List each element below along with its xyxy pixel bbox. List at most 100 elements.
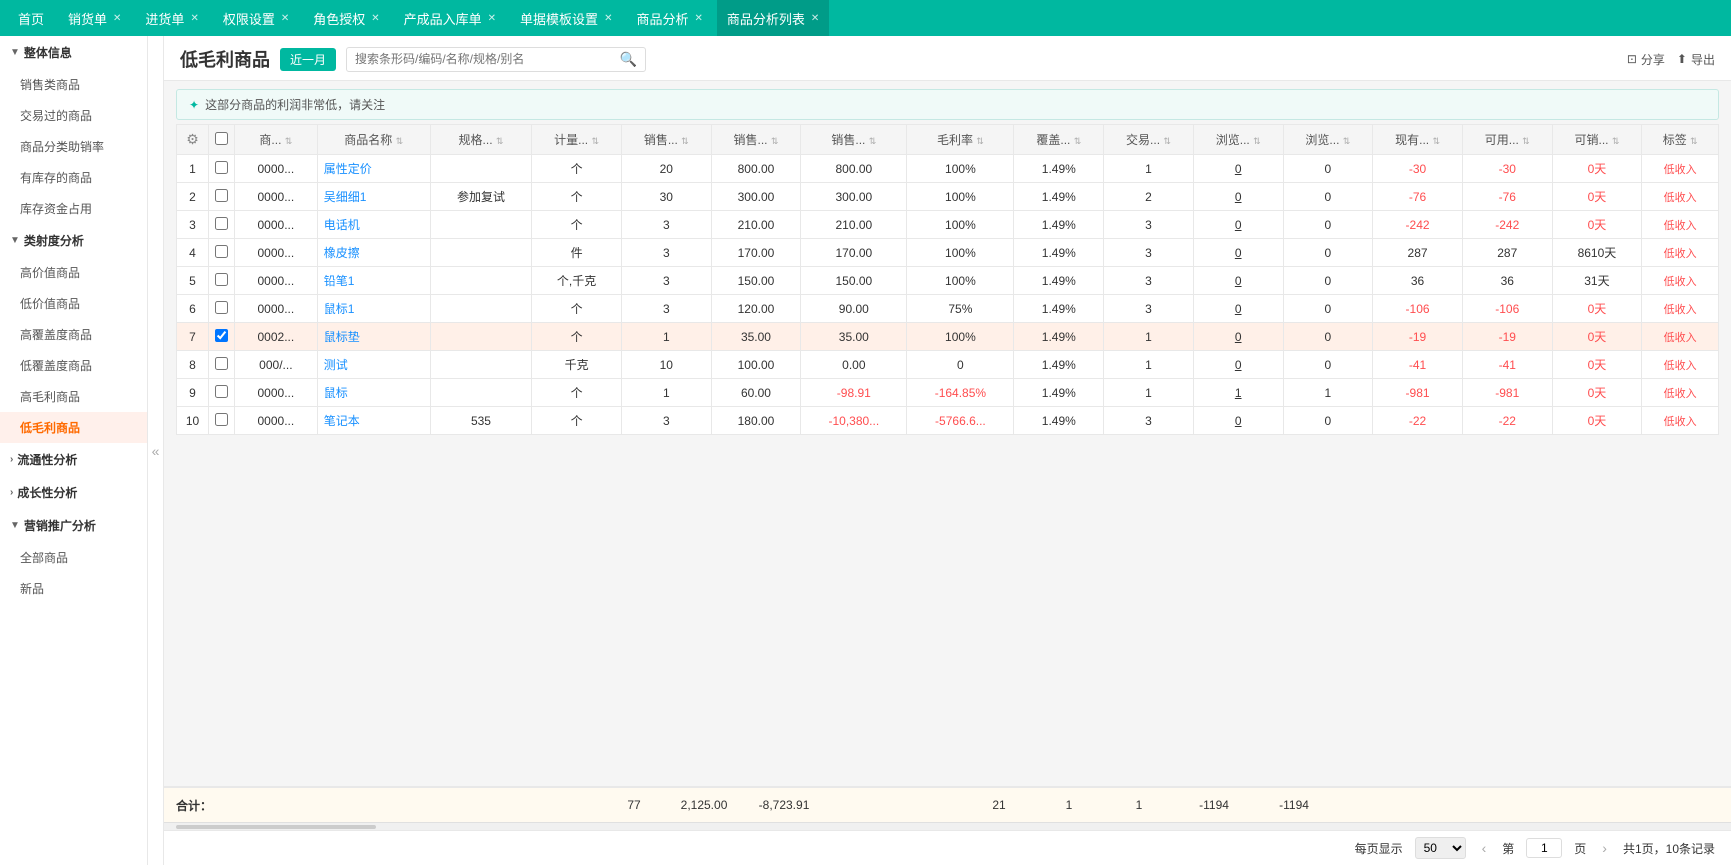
cell-name[interactable]: 电话机 [317,211,430,239]
sidebar-item-high-coverage[interactable]: 高覆盖度商品 [0,319,147,350]
nav-sales-order[interactable]: 销货单 ✕ [58,0,131,36]
col-sales-price[interactable]: 销售... ⇅ [711,125,801,155]
cell-view1[interactable]: 0 [1193,295,1283,323]
horizontal-scrollbar[interactable] [176,825,376,829]
view1-link[interactable]: 0 [1235,414,1242,428]
cell-name[interactable]: 鼠标1 [317,295,430,323]
sidebar-item-category-rate[interactable]: 商品分类助销率 [0,131,147,162]
table-container[interactable]: ⚙ 商... ⇅ 商品名称 ⇅ 规格... ⇅ 计量... ⇅ 销售... ⇅ … [164,124,1731,786]
cell-name[interactable]: 橡皮擦 [317,239,430,267]
cell-name[interactable]: 测试 [317,351,430,379]
cell-name[interactable]: 铅笔1 [317,267,430,295]
next-page-button[interactable]: › [1598,840,1611,856]
cell-name[interactable]: 鼠标垫 [317,323,430,351]
cell-view1[interactable]: 0 [1193,351,1283,379]
cell-checkbox[interactable] [209,239,235,267]
row-checkbox[interactable] [215,189,228,202]
sidebar-group-liquidity[interactable]: › 流通性分析 [0,443,147,476]
sidebar-item-high-margin[interactable]: 高毛利商品 [0,381,147,412]
sidebar-item-low-coverage[interactable]: 低覆盖度商品 [0,350,147,381]
search-input[interactable] [355,52,614,66]
row-checkbox[interactable] [215,329,228,342]
view1-link[interactable]: 0 [1235,246,1242,260]
col-stock-current[interactable]: 现有... ⇅ [1373,125,1463,155]
view1-link[interactable]: 0 [1235,302,1242,316]
nav-goods-analysis[interactable]: 商品分析 ✕ [626,0,712,36]
view1-link[interactable]: 0 [1235,218,1242,232]
sidebar-item-low-margin[interactable]: 低毛利商品 [0,412,147,443]
col-spec[interactable]: 规格... ⇅ [430,125,532,155]
sidebar-item-traded-goods[interactable]: 交易过的商品 [0,100,147,131]
nav-permission-settings[interactable]: 权限设置 ✕ [213,0,299,36]
sidebar-group-class-analysis[interactable]: ▼ 类射度分析 [0,224,147,257]
cell-name[interactable]: 笔记本 [317,407,430,435]
nav-permission-settings-close[interactable]: ✕ [281,13,289,24]
cell-view1[interactable]: 0 [1193,323,1283,351]
col-settings[interactable]: ⚙ [177,125,209,155]
view1-link[interactable]: 0 [1235,162,1242,176]
row-checkbox[interactable] [215,245,228,258]
cell-checkbox[interactable] [209,379,235,407]
cell-name[interactable]: 属性定价 [317,155,430,183]
cell-name[interactable]: 吴细细1 [317,183,430,211]
col-unit[interactable]: 计量... ⇅ [532,125,622,155]
prev-page-button[interactable]: ‹ [1478,840,1491,856]
row-checkbox[interactable] [215,357,228,370]
col-code[interactable]: 商... ⇅ [235,125,318,155]
nav-template-settings-close[interactable]: ✕ [604,13,612,24]
col-sales-profit[interactable]: 销售... ⇅ [801,125,907,155]
cell-view1[interactable]: 0 [1193,155,1283,183]
col-checkbox[interactable] [209,125,235,155]
nav-goods-analysis-close[interactable]: ✕ [694,13,702,24]
search-icon[interactable]: 🔍 [620,51,637,68]
nav-role-auth[interactable]: 角色授权 ✕ [303,0,389,36]
cell-checkbox[interactable] [209,351,235,379]
export-button[interactable]: ⬆ 导出 [1677,51,1715,68]
view1-link[interactable]: 1 [1235,386,1242,400]
row-checkbox[interactable] [215,273,228,286]
col-sales-qty[interactable]: 销售... ⇅ [621,125,711,155]
cell-view1[interactable]: 1 [1193,379,1283,407]
sidebar-group-growth[interactable]: › 成长性分析 [0,476,147,509]
cell-view1[interactable]: 0 [1193,407,1283,435]
view1-link[interactable]: 0 [1235,358,1242,372]
page-size-select[interactable]: 50 10 20 100 [1415,837,1466,859]
settings-icon[interactable]: ⚙ [186,131,199,147]
cell-view1[interactable]: 0 [1193,183,1283,211]
row-checkbox[interactable] [215,301,228,314]
col-stock-available[interactable]: 可用... ⇅ [1462,125,1552,155]
view1-link[interactable]: 0 [1235,274,1242,288]
cell-checkbox[interactable] [209,267,235,295]
col-name[interactable]: 商品名称 ⇅ [317,125,430,155]
sidebar-group-marketing[interactable]: ▼ 营销推广分析 [0,509,147,542]
row-checkbox[interactable] [215,413,228,426]
cell-name[interactable]: 鼠标 [317,379,430,407]
page-number-input[interactable] [1526,838,1562,858]
sidebar-item-new-goods[interactable]: 新品 [0,573,147,604]
share-button[interactable]: ⊡ 分享 [1627,51,1665,68]
col-view1[interactable]: 浏览... ⇅ [1193,125,1283,155]
nav-goods-analysis-list[interactable]: 商品分析列表 ✕ [717,0,829,36]
view1-link[interactable]: 0 [1235,330,1242,344]
cell-checkbox[interactable] [209,407,235,435]
nav-sales-order-close[interactable]: ✕ [113,13,121,24]
cell-checkbox[interactable] [209,183,235,211]
cell-checkbox[interactable] [209,323,235,351]
col-transaction[interactable]: 交易... ⇅ [1104,125,1194,155]
view1-link[interactable]: 0 [1235,190,1242,204]
select-all-checkbox[interactable] [215,132,228,145]
nav-role-auth-close[interactable]: ✕ [371,13,379,24]
cell-checkbox[interactable] [209,295,235,323]
nav-template-settings[interactable]: 单据模板设置 ✕ [510,0,622,36]
col-tag[interactable]: 标签 ⇅ [1642,125,1719,155]
sidebar-item-low-value[interactable]: 低价值商品 [0,288,147,319]
nav-product-storage[interactable]: 产成品入库单 ✕ [394,0,506,36]
cell-view1[interactable]: 0 [1193,239,1283,267]
sidebar-item-stock-goods[interactable]: 有库存的商品 [0,162,147,193]
nav-purchase-order-close[interactable]: ✕ [190,13,198,24]
col-coverage[interactable]: 覆盖... ⇅ [1014,125,1104,155]
col-view2[interactable]: 浏览... ⇅ [1283,125,1373,155]
sidebar-item-stock-capital[interactable]: 库存资金占用 [0,193,147,224]
cell-view1[interactable]: 0 [1193,267,1283,295]
row-checkbox[interactable] [215,385,228,398]
